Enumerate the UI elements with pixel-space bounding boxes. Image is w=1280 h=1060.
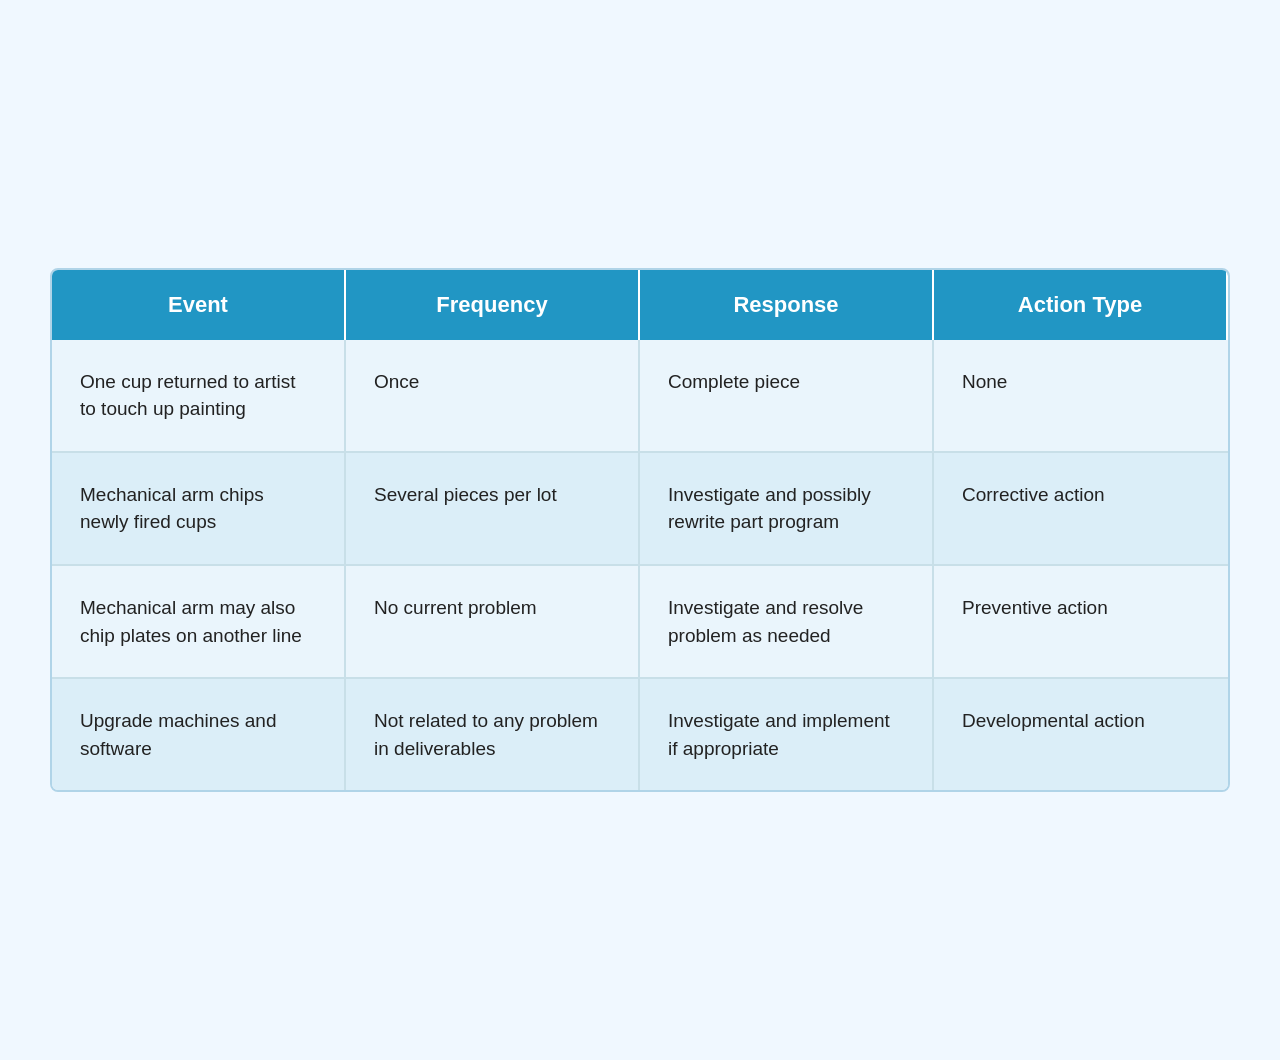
row1-event: One cup returned to artist to touch up p… [52,340,346,453]
row4-event: Upgrade machines and software [52,679,346,790]
row2-action-type: Corrective action [934,453,1228,566]
row4-response: Investigate and implement if appropriate [640,679,934,790]
row2-response: Investigate and possibly rewrite part pr… [640,453,934,566]
header-frequency: Frequency [346,270,640,340]
row3-event: Mechanical arm may also chip plates on a… [52,566,346,679]
row1-frequency: Once [346,340,640,453]
row4-frequency: Not related to any problem in deliverabl… [346,679,640,790]
row3-frequency: No current problem [346,566,640,679]
row3-action-type: Preventive action [934,566,1228,679]
row4-action-type: Developmental action [934,679,1228,790]
header-response: Response [640,270,934,340]
main-table: Event Frequency Response Action Type One… [50,268,1230,792]
row3-response: Investigate and resolve problem as neede… [640,566,934,679]
row1-response: Complete piece [640,340,934,453]
row1-action-type: None [934,340,1228,453]
row2-frequency: Several pieces per lot [346,453,640,566]
header-action-type: Action Type [934,270,1228,340]
header-event: Event [52,270,346,340]
row2-event: Mechanical arm chips newly fired cups [52,453,346,566]
table-grid: Event Frequency Response Action Type One… [52,270,1228,790]
